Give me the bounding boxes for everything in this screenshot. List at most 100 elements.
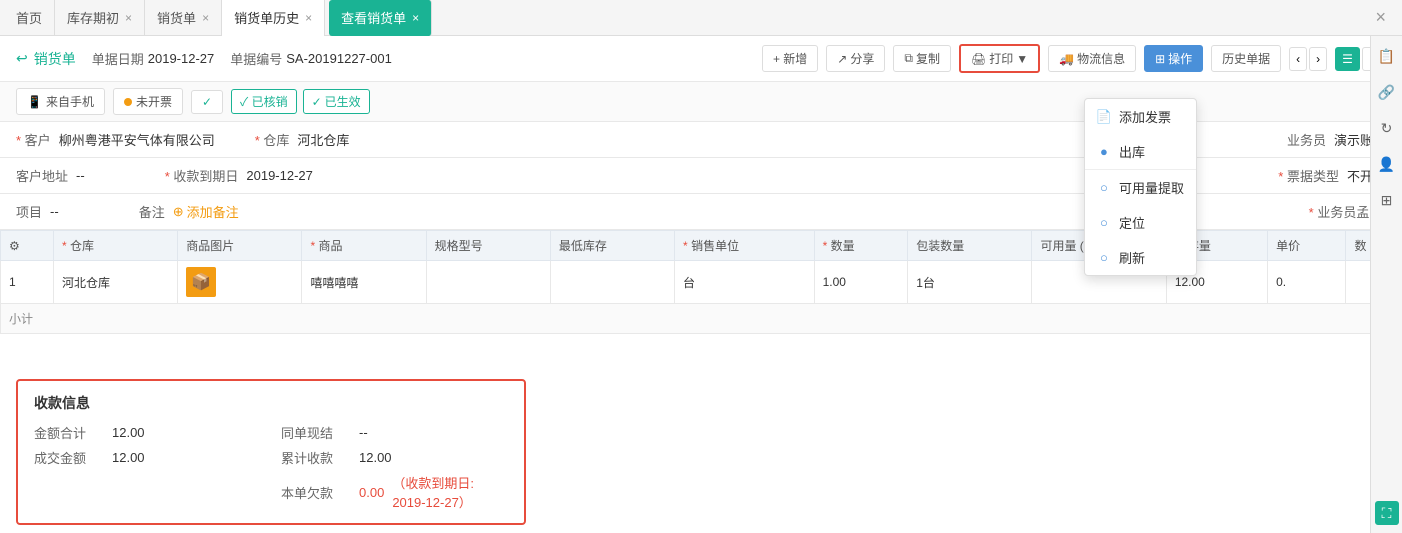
date-label: 单据日期 2019-12-27: [92, 49, 215, 68]
cumulative-value: 12.00: [359, 450, 392, 465]
outstanding-label: 本单欠款: [281, 483, 351, 502]
dropdown-locate[interactable]: ○ 定位: [1085, 205, 1196, 240]
nav-arrows: ‹ ›: [1289, 47, 1327, 71]
col-warehouse: 仓库: [54, 231, 178, 261]
print-button[interactable]: 🖨 打印 ▼: [959, 44, 1040, 73]
print-label: 打印: [989, 50, 1013, 67]
dropdown-add-invoice[interactable]: 📄 添加发票: [1085, 99, 1196, 134]
list-view-button[interactable]: ☰: [1335, 47, 1360, 71]
tab-bar: 首页 库存期初 × 销货单 × 销货单历史 × 查看销货单 × ×: [0, 0, 1402, 36]
check-icon: ✓: [202, 95, 212, 109]
tab-sales-history-close[interactable]: ×: [305, 11, 312, 25]
due-date-value: 2019-12-27: [246, 168, 313, 183]
doc-type-label: 销货单: [34, 49, 76, 69]
row-qty: 1.00: [814, 261, 908, 304]
phone-icon: 📱: [27, 95, 42, 109]
subtotal-label: 小计: [1, 304, 1402, 334]
prev-button[interactable]: ‹: [1289, 47, 1307, 71]
tab-view-sales-close[interactable]: ×: [412, 11, 419, 25]
tab-inventory-close[interactable]: ×: [125, 11, 132, 25]
number-value: SA-20191227-001: [286, 51, 392, 66]
sidebar-rotate-icon[interactable]: ↻: [1375, 116, 1399, 140]
tab-sales[interactable]: 销货单 ×: [145, 0, 222, 36]
orange-dot: [124, 98, 132, 106]
total-amount-row: 金额合计 12.00: [34, 423, 261, 442]
tab-view-sales[interactable]: 查看销货单 ×: [329, 0, 432, 36]
total-amount-value: 12.00: [112, 425, 145, 440]
add-invoice-label: 添加发票: [1119, 107, 1171, 126]
locate-label: 定位: [1119, 213, 1145, 232]
dropdown-refresh[interactable]: ○ 刷新: [1085, 240, 1196, 275]
settlement-label: 同单现结: [281, 423, 351, 442]
circle-blue-icon: ●: [1097, 145, 1111, 159]
address-value: --: [76, 168, 85, 183]
ticket-type-label: 票据类型: [1278, 166, 1339, 185]
date-label-text: 单据日期: [92, 49, 144, 68]
customer-value: 柳州粤港平安气体有限公司: [59, 130, 215, 149]
add-note-button[interactable]: ⊕ 添加备注: [173, 202, 239, 221]
payment-title: 收款信息: [34, 393, 508, 413]
tab-inventory[interactable]: 库存期初 ×: [55, 0, 145, 36]
doc-actions: + 新增 ↗ 分享 ⧉ 复制 🖨 打印 ▼ 🚚 物流信息: [762, 44, 1386, 73]
tab-sales-history[interactable]: 销货单历史 ×: [222, 0, 325, 36]
doc-title-icon: ↩: [16, 50, 28, 67]
tab-sales-close[interactable]: ×: [202, 11, 209, 25]
share-button[interactable]: ↗ 分享: [826, 45, 885, 72]
outstanding-row: 本单欠款 0.00 （收款到期日: 2019-12-27）: [281, 473, 508, 511]
share-icon: ↗: [837, 52, 847, 66]
doc-title: ↩ 销货单: [16, 49, 76, 69]
outstanding-note: （收款到期日: 2019-12-27）: [392, 473, 508, 511]
dropdown-available-pick[interactable]: ○ 可用量提取: [1085, 170, 1196, 205]
already-effective-badge: ✓ 已生效: [303, 89, 370, 114]
from-phone-button[interactable]: 📱 来自手机: [16, 88, 105, 115]
window-close-button[interactable]: ×: [1367, 7, 1394, 28]
col-qty: 数量: [814, 231, 908, 261]
tab-sales-history-label: 销货单历史: [234, 8, 299, 27]
logistics-button[interactable]: 🚚 物流信息: [1048, 45, 1136, 72]
sidebar-expand-icon[interactable]: ⛶: [1375, 501, 1399, 525]
history-button[interactable]: 历史单据: [1211, 45, 1281, 72]
copy-button[interactable]: ⧉ 复制: [893, 45, 951, 72]
row-pack-qty: 1台: [908, 261, 1032, 304]
next-button[interactable]: ›: [1309, 47, 1327, 71]
product-image: [186, 267, 216, 297]
row-min-stock: [550, 261, 674, 304]
cumulative-row: 累计收款 12.00: [281, 448, 508, 467]
staff-label: 业务员: [1287, 130, 1326, 149]
transaction-amount-row: 成交金额 12.00: [34, 448, 261, 467]
dropdown-outbound[interactable]: ● 出库: [1085, 134, 1196, 169]
copy-label: 复制: [916, 50, 940, 67]
tab-home[interactable]: 首页: [8, 0, 55, 36]
operations-button[interactable]: ⊞ 操作: [1144, 45, 1203, 72]
project-label: 项目: [16, 202, 42, 221]
not-opened-button[interactable]: 未开票: [113, 88, 183, 115]
row-spec: [426, 261, 550, 304]
check-mark-button[interactable]: ✓: [191, 90, 223, 114]
tab-view-sales-label: 查看销货单: [341, 8, 406, 27]
row-image: [178, 261, 302, 304]
date-value: 2019-12-27: [148, 51, 215, 66]
col-pack-qty: 包装数量: [908, 231, 1032, 261]
col-spec: 规格型号: [426, 231, 550, 261]
doc-header: ↩ 销货单 单据日期 2019-12-27 单据编号 SA-20191227-0…: [0, 36, 1402, 82]
cumulative-label: 累计收款: [281, 448, 351, 467]
sidebar-doc-icon[interactable]: 📋: [1375, 44, 1399, 68]
tab-sales-label: 销货单: [157, 8, 196, 27]
customer-field: 客户 柳州粤港平安气体有限公司: [16, 130, 215, 149]
col-settings[interactable]: ⚙: [1, 231, 54, 261]
settlement-row: 同单现结 --: [281, 423, 508, 442]
address-field: 客户地址 --: [16, 166, 85, 185]
not-opened-label: 未开票: [136, 93, 172, 110]
payment-section: 收款信息 金额合计 12.00 同单现结 -- 成交金额 12.00 累计收款 …: [16, 379, 526, 525]
address-label: 客户地址: [16, 166, 68, 185]
row-warehouse: 河北仓库: [54, 261, 178, 304]
sidebar-person-icon[interactable]: 👤: [1375, 152, 1399, 176]
from-phone-label: 来自手机: [46, 93, 94, 110]
note-field: 备注 ⊕ 添加备注: [139, 202, 239, 221]
sidebar-grid-icon[interactable]: ⊞: [1375, 188, 1399, 212]
circle-blue-icon-3: ○: [1097, 216, 1111, 230]
already-sold-badge: ✓ 已核销: [231, 89, 297, 114]
sidebar-link-icon[interactable]: 🔗: [1375, 80, 1399, 104]
new-button[interactable]: + 新增: [762, 45, 818, 72]
doc-meta: 单据日期 2019-12-27 单据编号 SA-20191227-001: [92, 49, 392, 68]
